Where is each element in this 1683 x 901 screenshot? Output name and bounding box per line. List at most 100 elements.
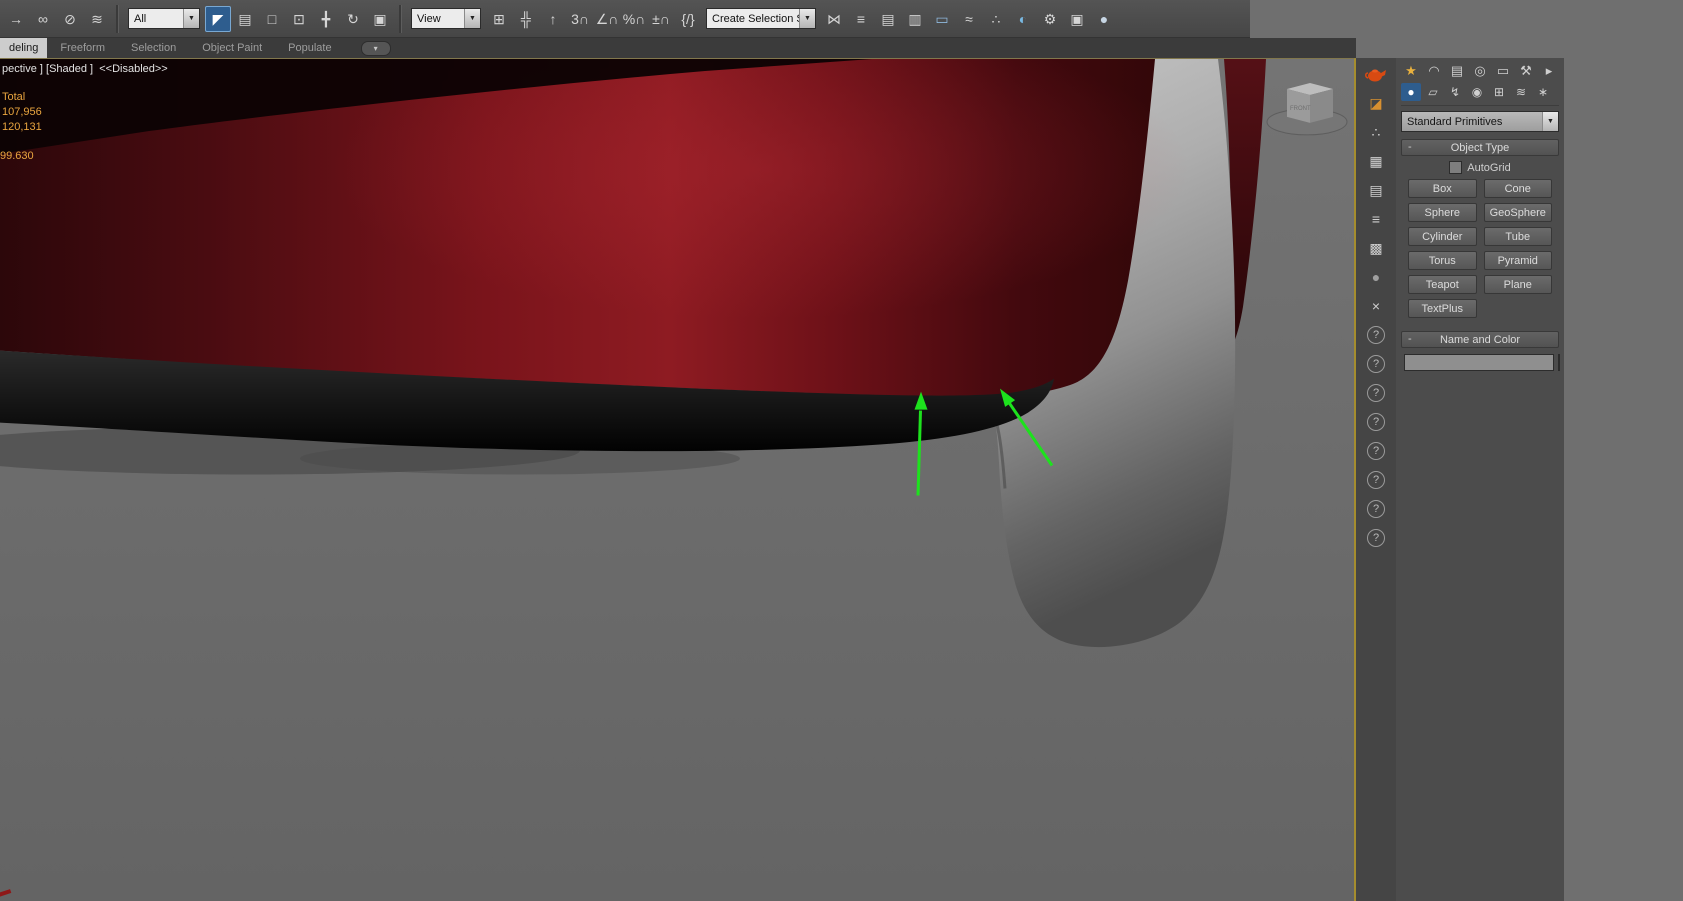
space-warps-category-icon[interactable]: ≋	[1511, 83, 1531, 101]
select-object-icon[interactable]: ◤	[205, 5, 231, 32]
systems-category-icon[interactable]: ∗	[1533, 83, 1553, 101]
unlink-selection-icon[interactable]: ⊘	[57, 6, 83, 32]
cylinder-button[interactable]: Cylinder	[1408, 227, 1477, 246]
collapse-icon[interactable]: -	[1408, 142, 1412, 153]
autogrid-checkbox[interactable]	[1449, 161, 1463, 174]
help-icon[interactable]: ?	[1364, 324, 1388, 346]
motion-tab-icon[interactable]: ◎	[1470, 61, 1490, 81]
dropdown-arrow-icon[interactable]: ▼	[464, 9, 480, 28]
help-icon[interactable]: ?	[1364, 353, 1388, 375]
helpers-category-icon[interactable]: ⊞	[1489, 83, 1509, 101]
paint-bucket-icon[interactable]: ◪	[1364, 92, 1388, 114]
reference-coordinate-dropdown[interactable]: View ▼	[411, 8, 481, 29]
mirror-icon[interactable]: ⋈	[821, 6, 847, 32]
box-button[interactable]: Box	[1408, 179, 1477, 198]
geometry-category-icon[interactable]: ●	[1401, 83, 1421, 101]
hierarchy-tab-icon[interactable]: ▤	[1447, 61, 1467, 81]
help-icon[interactable]: ?	[1364, 411, 1388, 433]
utilities-tab-icon[interactable]: ⚒	[1516, 61, 1536, 81]
object-name-input[interactable]	[1404, 354, 1554, 371]
named-selection-sets-dropdown[interactable]: Create Selection Se ▼	[706, 8, 816, 29]
selection-filter-dropdown[interactable]: All ▼	[128, 8, 200, 29]
help-icon[interactable]: ?	[1364, 498, 1388, 520]
tube-button[interactable]: Tube	[1483, 227, 1552, 246]
select-by-name-icon[interactable]: ▤	[232, 6, 258, 32]
dropdown-arrow-icon[interactable]: ▼	[799, 9, 815, 28]
snaps-toggle-icon[interactable]: 3∩	[567, 6, 593, 32]
display-tab-icon[interactable]: ▭	[1493, 61, 1513, 81]
select-and-move-icon[interactable]: ╋	[313, 6, 339, 32]
shapes-category-icon[interactable]: ▱	[1423, 83, 1443, 101]
plane-button[interactable]: Plane	[1483, 275, 1552, 294]
torus-button[interactable]: Torus	[1408, 251, 1477, 270]
render-setup-icon[interactable]: ⚙	[1037, 6, 1063, 32]
help-icon[interactable]: ?	[1364, 382, 1388, 404]
dropdown-arrow-icon[interactable]: ▼	[183, 9, 199, 28]
material-editor-icon[interactable]: ◐	[1010, 6, 1036, 32]
select-and-rotate-icon[interactable]: ↻	[340, 6, 366, 32]
viewport-label[interactable]: pective ] [Shaded ] <<Disabled>>	[2, 63, 168, 75]
tab-freeform[interactable]: Freeform	[47, 38, 118, 58]
bind-to-spacewarp-icon[interactable]: ≋	[84, 6, 110, 32]
pattern-icon[interactable]: ▩	[1364, 237, 1388, 259]
render-production-icon[interactable]: ●	[1091, 6, 1117, 32]
schematic-view-icon[interactable]: ∴	[983, 6, 1009, 32]
cone-button[interactable]: Cone	[1483, 179, 1552, 198]
help-icon[interactable]: ?	[1364, 440, 1388, 462]
cameras-category-icon[interactable]: ◉	[1467, 83, 1487, 101]
toggle-layer-explorer-icon[interactable]: ▥	[902, 6, 928, 32]
close-icon[interactable]: ×	[1364, 295, 1388, 317]
checker-map-icon[interactable]: ▦	[1364, 150, 1388, 172]
stats-line: 107,956	[2, 106, 42, 118]
curve-editor-icon[interactable]: ≈	[956, 6, 982, 32]
textplus-button[interactable]: TextPlus	[1408, 299, 1477, 318]
selection-filter-value: All	[134, 12, 147, 25]
collapse-icon[interactable]: -	[1408, 334, 1412, 345]
rendered-frame-window-icon[interactable]: ▣	[1064, 6, 1090, 32]
align-icon[interactable]: ≡	[848, 6, 874, 32]
pyramid-button[interactable]: Pyramid	[1483, 251, 1552, 270]
help-icon[interactable]: ?	[1364, 469, 1388, 491]
primitives-dropdown[interactable]: Standard Primitives ▼	[1401, 111, 1559, 132]
teapot-button[interactable]: Teapot	[1408, 275, 1477, 294]
tab-object-paint[interactable]: Object Paint	[189, 38, 275, 58]
modify-tab-icon[interactable]: ◠	[1424, 61, 1444, 81]
layers-icon[interactable]: ≡	[1364, 208, 1388, 230]
viewcube[interactable]: FRONT	[1266, 82, 1348, 136]
percent-snap-icon[interactable]: %∩	[621, 6, 647, 32]
material-sphere-icon[interactable]: ●	[1364, 266, 1388, 288]
name-color-rollout-header[interactable]: - Name and Color	[1401, 331, 1559, 348]
select-and-scale-icon[interactable]: ▣	[367, 6, 393, 32]
help-icon[interactable]: ?	[1364, 527, 1388, 549]
angle-snap-icon[interactable]: ∠∩	[594, 6, 620, 32]
lights-category-icon[interactable]: ↯	[1445, 83, 1465, 101]
spinner-snap-icon[interactable]: ±∩	[648, 6, 674, 32]
schematic-nodes-icon[interactable]: ∴	[1364, 121, 1388, 143]
dropdown-arrow-icon[interactable]: ▼	[1542, 112, 1558, 131]
command-panel: ★ ◠ ▤ ◎ ▭ ⚒ ▸ ● ▱ ↯ ◉ ⊞ ≋ ∗ Standard Primitives ▼ -…	[1396, 58, 1564, 901]
ribbon-minimize-button[interactable]: ▾	[360, 40, 391, 56]
tab-modeling[interactable]: deling	[0, 38, 48, 58]
edit-named-selection-sets-icon[interactable]: {/}	[675, 6, 701, 32]
redo-icon[interactable]: →	[3, 6, 29, 32]
object-type-rollout-header[interactable]: - Object Type	[1401, 139, 1559, 156]
toggle-scene-explorer-icon[interactable]: ▤	[875, 6, 901, 32]
panel-expand-icon[interactable]: ▸	[1539, 61, 1559, 81]
render-teapot-icon[interactable]	[1364, 63, 1388, 85]
geosphere-button[interactable]: GeoSphere	[1483, 203, 1552, 222]
rectangular-selection-region-icon[interactable]: □	[259, 6, 285, 32]
toolbar-group-link: → ∞ ⊘ ≋	[3, 6, 110, 32]
select-and-manipulate-icon[interactable]: ╬	[513, 6, 539, 32]
select-and-link-icon[interactable]: ∞	[30, 6, 56, 32]
window-crossing-icon[interactable]: ⊡	[286, 6, 312, 32]
keyboard-shortcut-override-icon[interactable]: ↑	[540, 6, 566, 32]
use-pivot-point-center-icon[interactable]: ⊞	[486, 6, 512, 32]
tab-populate[interactable]: Populate	[275, 38, 344, 58]
sphere-button[interactable]: Sphere	[1408, 203, 1477, 222]
layer-stack-icon[interactable]: ▤	[1364, 179, 1388, 201]
toggle-ribbon-icon[interactable]: ▭	[929, 6, 955, 32]
tab-selection[interactable]: Selection	[118, 38, 189, 58]
create-tab-icon[interactable]: ★	[1401, 61, 1421, 81]
color-swatch[interactable]	[1558, 354, 1560, 371]
viewport[interactable]: FRONT pective ] [Shaded ] <<Disabled>> T…	[0, 58, 1356, 901]
